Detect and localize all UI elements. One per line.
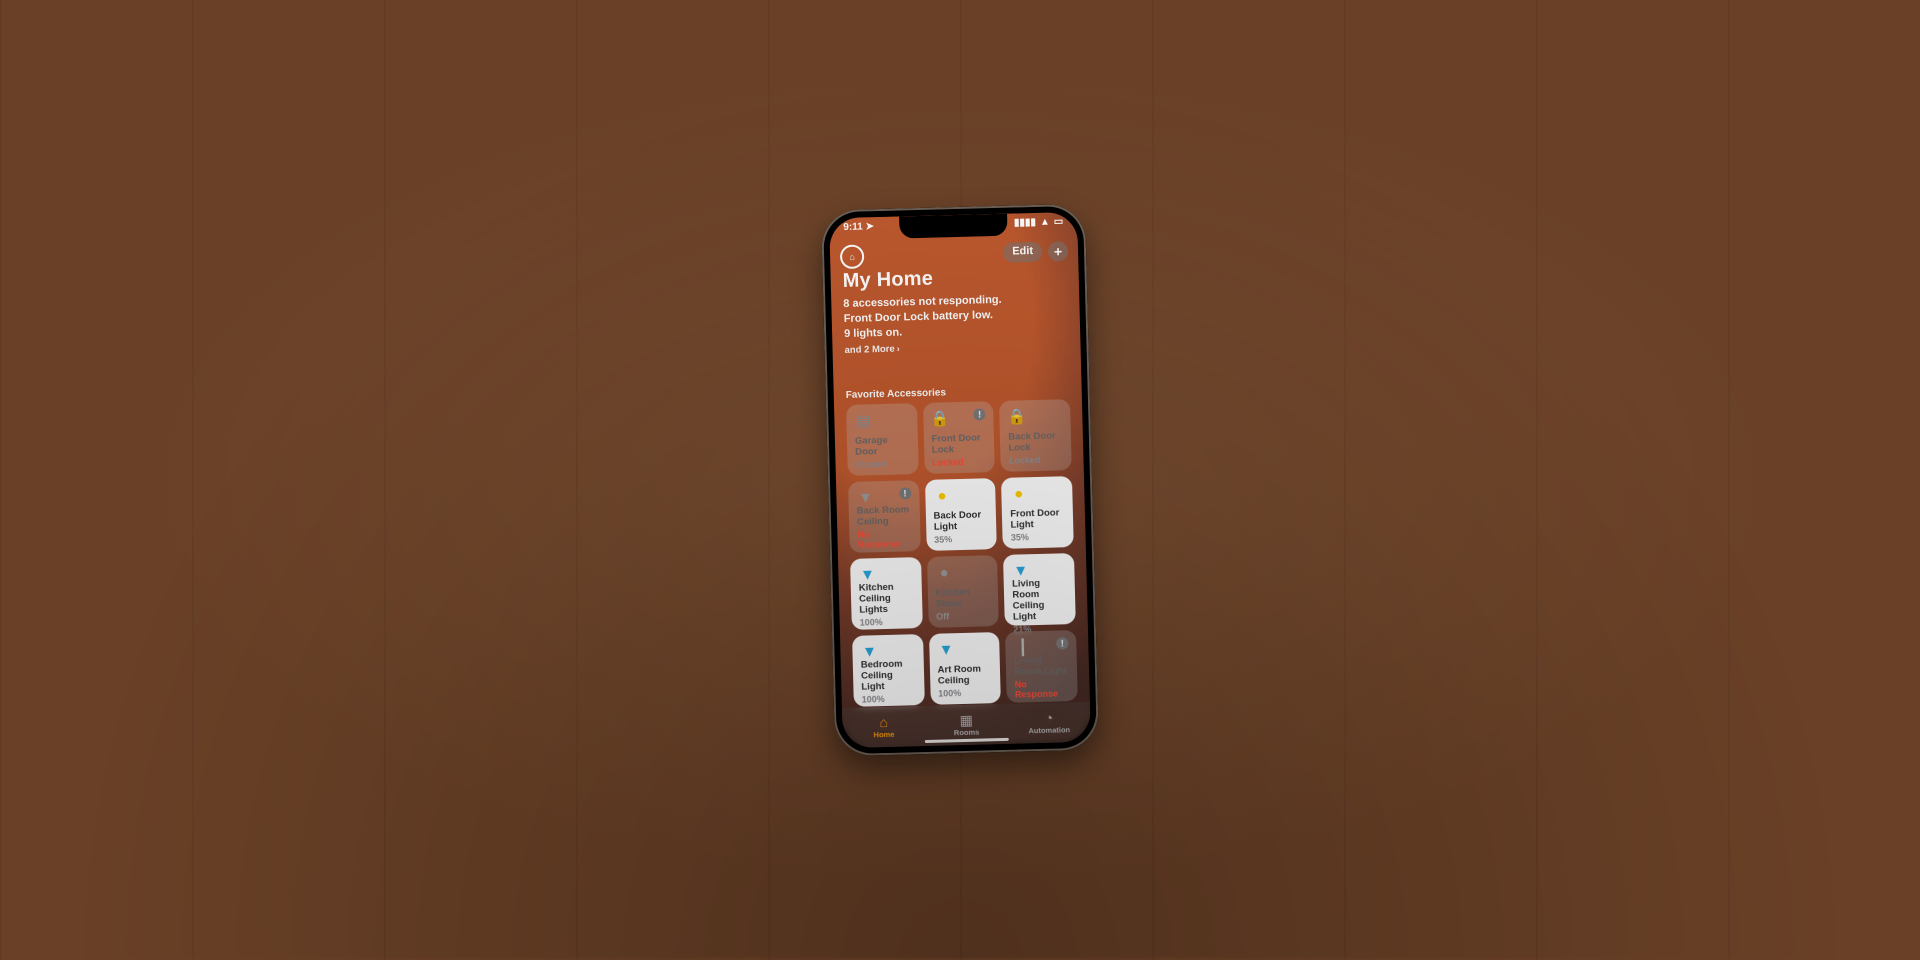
accessory-name: Art Room Ceiling xyxy=(938,664,993,687)
accessory-name: Front Door Lock xyxy=(931,433,986,456)
tab-icon: ◔ xyxy=(1045,711,1054,725)
accessory-name: Kitchen Ceiling Lights xyxy=(859,582,914,616)
accessory-name: Back Room Ceiling xyxy=(857,505,912,528)
accessory-state: 21% xyxy=(1013,623,1068,634)
location-icon: ➤ xyxy=(865,221,874,232)
tab-icon: ⌂ xyxy=(879,715,888,729)
accessory-tile[interactable]: ┃! Living Room LightNo Response xyxy=(1005,630,1077,703)
lamp-dim-icon: ▼ xyxy=(856,488,874,506)
accessory-name: Back Door Lock xyxy=(1008,431,1063,454)
lamp-blue-icon: ▼ xyxy=(1011,561,1029,579)
page-title: My Home xyxy=(842,264,1067,293)
wifi-icon: ▲ xyxy=(1040,217,1050,228)
accessory-tile[interactable]: ▼Kitchen Ceiling Lights100% xyxy=(850,557,922,630)
accessory-name: Garage Door xyxy=(855,435,910,458)
header: My Home 8 accessories not responding. Fr… xyxy=(842,264,1068,355)
status-line[interactable]: 9 lights on. xyxy=(844,321,1068,342)
accessory-state: 100% xyxy=(938,687,993,698)
floor-icon: ┃ xyxy=(1013,638,1031,656)
tab-home[interactable]: ⌂Home xyxy=(842,706,926,748)
accessory-tile[interactable]: ▼! Back Room CeilingNo Response xyxy=(848,480,920,553)
edit-button[interactable]: Edit xyxy=(1003,242,1042,263)
notch xyxy=(899,214,1008,239)
accessory-state: No Response xyxy=(1015,678,1070,699)
accessory-tile[interactable]: 🔒! Front Door LockLocked xyxy=(923,401,996,474)
accessory-tile[interactable]: 🔒 Back Door LockLocked xyxy=(999,399,1071,472)
lamp-blue-icon: ▼ xyxy=(937,640,955,658)
tab-label: Automation xyxy=(1028,725,1070,735)
garage-icon: ▤ xyxy=(854,411,872,429)
more-status-link[interactable]: and 2 More› xyxy=(844,339,1068,356)
tab-label: Home xyxy=(873,730,894,740)
tab-rooms[interactable]: ▦Rooms xyxy=(925,704,1009,746)
photo-backdrop: 9:11 ➤ ▮▮▮▮ ▲ ▭ ⌂ Edit + My Home 8 acces… xyxy=(0,0,1920,960)
chevron-right-icon: › xyxy=(897,343,900,353)
tab-bar: ⌂Home▦Rooms◔Automation xyxy=(842,702,1091,748)
accessory-tile[interactable]: ▤ Garage DoorClosed xyxy=(846,403,918,476)
phone-frame: 9:11 ➤ ▮▮▮▮ ▲ ▭ ⌂ Edit + My Home 8 acces… xyxy=(821,204,1099,757)
bulb-on-icon: ● xyxy=(1009,484,1027,502)
accessory-tile[interactable]: ▼ Art Room Ceiling100% xyxy=(929,632,1002,705)
alert-badge-icon: ! xyxy=(1056,637,1068,649)
accessory-name: Back Door Light xyxy=(933,510,988,533)
lamp-blue-icon: ▼ xyxy=(860,642,878,660)
accessory-tile[interactable]: ● Front Door Light35% xyxy=(1001,476,1073,549)
lamp-blue-icon: ▼ xyxy=(858,565,876,583)
status-line[interactable]: 8 accessories not responding. xyxy=(843,291,1067,312)
alert-badge-icon: ! xyxy=(899,487,911,499)
accessory-name: Bedroom Ceiling Light xyxy=(861,659,916,693)
status-time: 9:11 ➤ xyxy=(843,221,874,233)
alert-badge-icon: ! xyxy=(973,408,985,420)
accessory-state: 35% xyxy=(1011,531,1066,542)
accessory-tile[interactable]: ● Back Door Light35% xyxy=(925,478,998,551)
nav-bar: ⌂ Edit + xyxy=(830,239,1079,269)
accessory-name: Front Door Light xyxy=(1010,508,1065,531)
accessory-state: Closed xyxy=(855,458,910,469)
home-menu-icon[interactable]: ⌂ xyxy=(840,244,865,269)
accessory-grid: ▤Garage DoorClosed🔒!Front Door LockLocke… xyxy=(846,399,1078,707)
tab-label: Rooms xyxy=(954,728,980,738)
tab-icon: ▦ xyxy=(959,713,973,727)
accessory-tile[interactable]: ▼Bedroom Ceiling Light100% xyxy=(852,634,924,707)
phone-screen: 9:11 ➤ ▮▮▮▮ ▲ ▭ ⌂ Edit + My Home 8 acces… xyxy=(829,212,1091,748)
accessory-name: Living Room Light xyxy=(1014,655,1069,678)
accessory-tile[interactable]: ▼Living Room Ceiling Light21% xyxy=(1003,553,1075,626)
status-bar: 9:11 ➤ ▮▮▮▮ ▲ ▭ xyxy=(829,216,1077,233)
lock-icon: 🔒 xyxy=(931,409,949,427)
accessory-name: Kitchen Stove xyxy=(935,587,990,610)
accessory-state: 100% xyxy=(862,693,917,704)
accessory-state: Locked xyxy=(1009,454,1064,465)
accessory-state: Off xyxy=(936,610,991,621)
add-button[interactable]: + xyxy=(1048,241,1069,262)
accessory-name: Living Room Ceiling Light xyxy=(1012,578,1068,623)
bulb-on-icon: ● xyxy=(933,486,951,504)
accessory-state: No Response xyxy=(857,528,912,549)
status-line[interactable]: Front Door Lock battery low. xyxy=(844,306,1068,327)
battery-icon: ▭ xyxy=(1054,216,1064,227)
bulb-dim-icon: ● xyxy=(935,563,953,581)
accessory-state: 100% xyxy=(860,616,915,627)
accessory-tile[interactable]: ● Kitchen StoveOff xyxy=(927,555,1000,628)
section-title: Favorite Accessories xyxy=(846,384,1070,401)
home-indicator[interactable] xyxy=(925,738,1009,743)
tab-automation[interactable]: ◔Automation xyxy=(1007,702,1091,744)
accessory-state: 35% xyxy=(934,533,989,544)
accessory-state: Locked xyxy=(932,456,987,467)
cellular-icon: ▮▮▮▮ xyxy=(1014,217,1036,229)
favorites-section: Favorite Accessories ▤ Garage DoorClosed 🔒… xyxy=(846,384,1078,707)
lock-icon: 🔒 xyxy=(1007,407,1025,425)
